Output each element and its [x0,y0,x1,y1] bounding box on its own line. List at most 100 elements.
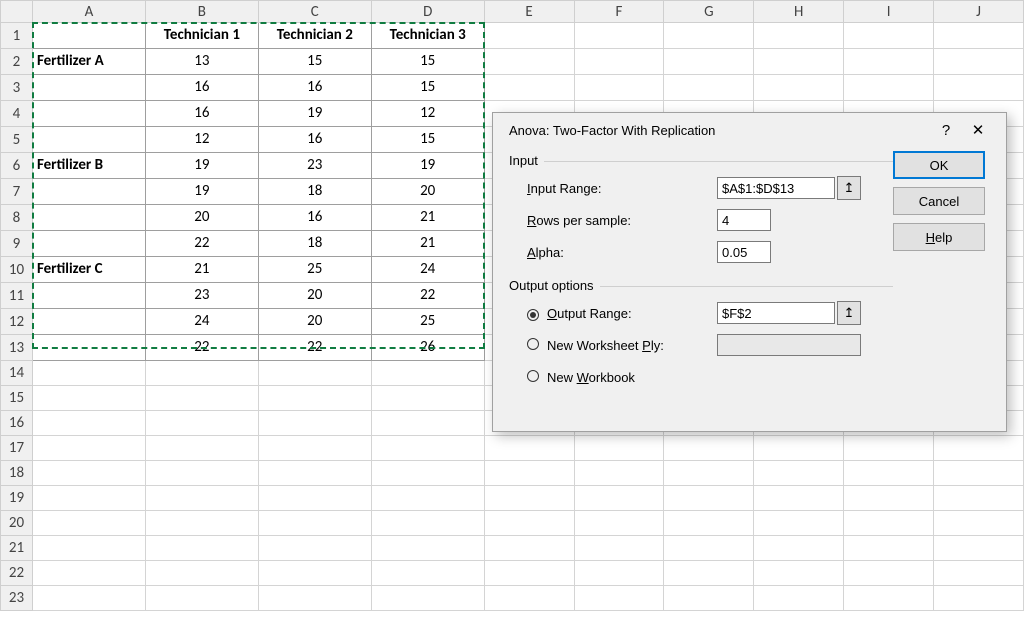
cell[interactable] [934,561,1024,586]
cell[interactable]: 13 [145,49,258,75]
cell[interactable] [484,586,574,611]
rows-per-sample-field[interactable] [717,209,771,231]
input-range-field[interactable] [717,177,835,199]
cell[interactable] [484,49,574,75]
cell[interactable] [32,231,145,257]
cell[interactable]: 22 [258,335,371,361]
cell[interactable]: 19 [145,153,258,179]
row-header[interactable]: 7 [1,179,33,205]
cell[interactable] [934,23,1024,49]
cell[interactable] [32,536,145,561]
cell[interactable]: 12 [145,127,258,153]
cell[interactable]: 21 [145,257,258,283]
cell[interactable] [258,361,371,386]
cell[interactable]: 16 [258,205,371,231]
cell[interactable] [844,536,934,561]
cell[interactable] [258,461,371,486]
cell[interactable] [32,386,145,411]
cell[interactable] [32,411,145,436]
cell[interactable] [664,436,754,461]
cell[interactable] [574,586,664,611]
cell[interactable] [32,23,145,49]
row-header[interactable]: 6 [1,153,33,179]
cell[interactable]: 21 [371,205,484,231]
cell[interactable] [258,511,371,536]
cell[interactable]: 18 [258,179,371,205]
cell[interactable]: Fertilizer A [32,49,145,75]
column-header[interactable]: D [371,1,484,23]
cell[interactable] [754,586,844,611]
cell[interactable]: 12 [371,101,484,127]
row-header[interactable]: 15 [1,386,33,411]
cell[interactable] [664,536,754,561]
cell[interactable] [934,486,1024,511]
column-header[interactable]: C [258,1,371,23]
column-header[interactable]: F [574,1,664,23]
cell[interactable] [371,386,484,411]
cell[interactable] [145,361,258,386]
cell[interactable] [484,461,574,486]
cell[interactable] [574,511,664,536]
cell[interactable] [754,75,844,101]
cell[interactable] [145,436,258,461]
column-header[interactable]: H [754,1,844,23]
cell[interactable] [371,361,484,386]
row-header[interactable]: 11 [1,283,33,309]
cell[interactable] [934,436,1024,461]
cell[interactable] [258,536,371,561]
cell[interactable] [574,561,664,586]
cell[interactable]: 19 [258,101,371,127]
row-header[interactable]: 18 [1,461,33,486]
cell[interactable] [32,179,145,205]
cell[interactable] [844,23,934,49]
cell[interactable] [664,49,754,75]
cell[interactable] [574,461,664,486]
cell[interactable] [32,335,145,361]
cell[interactable]: Technician 1 [145,23,258,49]
cell[interactable] [258,486,371,511]
column-header[interactable]: A [32,1,145,23]
cell[interactable] [145,536,258,561]
cell[interactable]: 16 [258,127,371,153]
cell[interactable] [844,75,934,101]
cell[interactable] [32,127,145,153]
cell[interactable] [258,436,371,461]
cell[interactable] [844,461,934,486]
cell[interactable] [934,461,1024,486]
cell[interactable] [32,436,145,461]
cell[interactable] [754,23,844,49]
range-picker-icon[interactable]: ↥ [837,301,861,325]
cell[interactable] [844,486,934,511]
cell[interactable] [371,436,484,461]
row-header[interactable]: 13 [1,335,33,361]
cell[interactable] [145,461,258,486]
cell[interactable] [32,283,145,309]
row-header[interactable]: 2 [1,49,33,75]
output-range-radio[interactable]: Output Range: [527,306,717,321]
cell[interactable] [574,49,664,75]
cell[interactable] [754,511,844,536]
select-all-corner[interactable] [1,1,33,23]
column-header[interactable]: G [664,1,754,23]
cell[interactable] [844,49,934,75]
cell[interactable]: 23 [145,283,258,309]
cell[interactable] [371,586,484,611]
cell[interactable]: 16 [145,101,258,127]
cell[interactable] [574,23,664,49]
cell[interactable] [371,511,484,536]
cell[interactable] [32,361,145,386]
cell[interactable]: 23 [258,153,371,179]
cell[interactable]: 16 [258,75,371,101]
cell[interactable]: 15 [371,49,484,75]
cell[interactable] [574,486,664,511]
column-header[interactable]: E [484,1,574,23]
cell[interactable]: 20 [258,283,371,309]
cell[interactable] [574,436,664,461]
cancel-button[interactable]: Cancel [893,187,985,215]
cell[interactable]: Technician 3 [371,23,484,49]
cell[interactable]: 20 [371,179,484,205]
row-header[interactable]: 12 [1,309,33,335]
cell[interactable]: 20 [145,205,258,231]
column-header[interactable]: B [145,1,258,23]
cell[interactable] [484,561,574,586]
